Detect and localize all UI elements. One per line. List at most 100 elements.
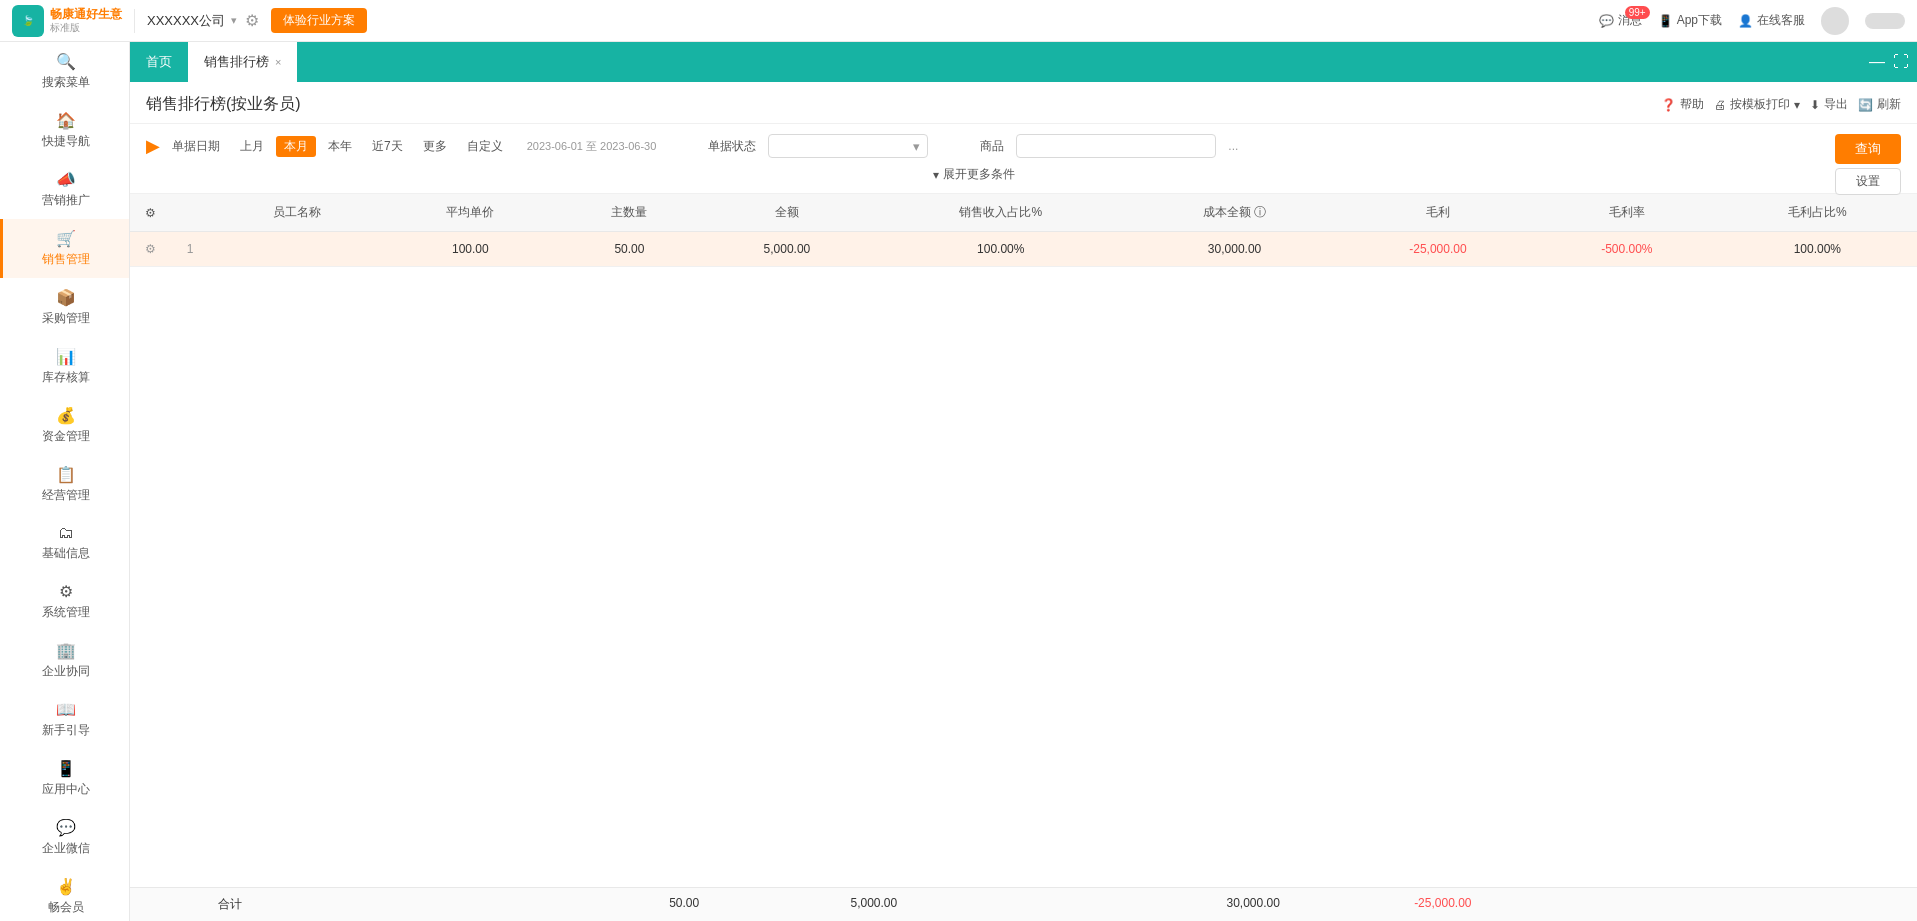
sidebar-item-label: 营销推广 — [42, 192, 90, 209]
tab-minimize-icon[interactable]: — — [1869, 53, 1885, 71]
user-name-placeholder — [1865, 13, 1905, 29]
row-total: 5,000.00 — [702, 232, 872, 267]
sidebar-item-label: 系统管理 — [42, 604, 90, 621]
header-right: 💬 消息 99+ 📱 App下载 👤 在线客服 — [1599, 7, 1905, 35]
col-cost: 成本全额 ⓘ — [1129, 194, 1340, 232]
sidebar-item-guide[interactable]: 📖 新手引导 — [0, 690, 129, 749]
footer-main-qty: 50.00 — [589, 896, 779, 913]
print-button[interactable]: 🖨 按模板打印 ▾ — [1714, 96, 1800, 113]
sidebar-item-search[interactable]: 🔍 搜索菜单 — [0, 42, 129, 101]
help-icon: ❓ — [1661, 98, 1676, 112]
sidebar-item-app-center[interactable]: 📱 应用中心 — [0, 749, 129, 808]
tab-bar: 首页 销售排行榜 × — ⛶ — [130, 42, 1917, 82]
expand-more-btn[interactable]: ▾ 展开更多条件 — [146, 166, 1801, 183]
sidebar-item-enterprise[interactable]: 🏢 企业协同 — [0, 631, 129, 690]
row-gear[interactable]: ⚙ — [130, 232, 170, 267]
sidebar-item-finance[interactable]: 💰 资金管理 — [0, 396, 129, 455]
collapse-btn[interactable]: ▶ — [146, 135, 160, 157]
footer-avg-price — [400, 896, 590, 913]
sidebar: 🔍 搜索菜单 🏠 快捷导航 📣 营销推广 🛒 销售管理 📦 采购管理 📊 库存核… — [0, 42, 130, 921]
filter-row-1: ▶ 单据日期 上月 本月 本年 近7天 更多 自定义 2023-06-01 至 … — [146, 134, 1801, 158]
date-filter-label: 单据日期 — [172, 138, 220, 155]
sidebar-item-inventory[interactable]: 📊 库存核算 — [0, 337, 129, 396]
online-service-item[interactable]: 👤 在线客服 — [1738, 12, 1805, 29]
app-center-icon: 📱 — [56, 759, 76, 778]
sidebar-item-label: 采购管理 — [42, 310, 90, 327]
settings-icon[interactable]: ⚙ — [245, 11, 259, 30]
date-tab-current-year[interactable]: 本年 — [320, 136, 360, 157]
col-rank — [170, 194, 210, 232]
trial-button[interactable]: 体验行业方案 — [271, 8, 367, 33]
table-area: ⚙ 员工名称 平均单价 主数量 全额 销售收入占比% 成本全额 ⓘ 毛利 毛利率… — [130, 194, 1917, 887]
settings-button[interactable]: 设置 — [1835, 168, 1901, 195]
help-button[interactable]: ❓ 帮助 — [1661, 96, 1704, 113]
footer-sales-ratio — [969, 896, 1159, 913]
col-total: 全额 — [702, 194, 872, 232]
date-tab-last-month[interactable]: 上月 — [232, 136, 272, 157]
date-tab-custom[interactable]: 自定义 — [459, 136, 511, 157]
sidebar-item-system[interactable]: ⚙ 系统管理 — [0, 572, 129, 631]
sidebar-item-member[interactable]: ✌ 畅会员 — [0, 867, 129, 921]
avatar[interactable] — [1821, 7, 1849, 35]
col-gear[interactable]: ⚙ — [130, 194, 170, 232]
sidebar-item-operations[interactable]: 📋 经营管理 — [0, 455, 129, 514]
goods-input[interactable] — [1016, 134, 1216, 158]
col-employee: 员工名称 — [210, 194, 384, 232]
table-header-row: ⚙ 员工名称 平均单价 主数量 全额 销售收入占比% 成本全额 ⓘ 毛利 毛利率… — [130, 194, 1917, 232]
status-select[interactable] — [768, 134, 928, 158]
tab-home[interactable]: 首页 — [130, 42, 188, 82]
date-tabs: 上月 本月 本年 近7天 更多 自定义 — [232, 136, 511, 157]
date-tab-7days[interactable]: 近7天 — [364, 136, 411, 157]
sidebar-item-label: 经营管理 — [42, 487, 90, 504]
sidebar-item-sales[interactable]: 🛒 销售管理 — [0, 219, 129, 278]
filter-rows-area: ▶ 单据日期 上月 本月 本年 近7天 更多 自定义 2023-06-01 至 … — [146, 134, 1901, 183]
query-settings-area: 查询 设置 — [1835, 134, 1901, 195]
row-employee — [210, 232, 384, 267]
data-table: ⚙ 员工名称 平均单价 主数量 全额 销售收入占比% 成本全额 ⓘ 毛利 毛利率… — [130, 194, 1917, 267]
row-sales-ratio: 100.00% — [872, 232, 1129, 267]
sales-icon: 🛒 — [56, 229, 76, 248]
app-logo: 🍃 — [12, 5, 44, 37]
chevron-down-icon: ▾ — [231, 14, 237, 27]
page-actions: ❓ 帮助 🖨 按模板打印 ▾ ⬇ 导出 🔄 刷新 — [1661, 96, 1901, 113]
app-download-item[interactable]: 📱 App下载 — [1658, 12, 1722, 29]
row-rank: 1 — [170, 232, 210, 267]
query-button[interactable]: 查询 — [1835, 134, 1901, 164]
service-icon: 👤 — [1738, 14, 1753, 28]
marketing-icon: 📣 — [56, 170, 76, 189]
footer-gross-rate — [1538, 896, 1728, 913]
export-button[interactable]: ⬇ 导出 — [1810, 96, 1848, 113]
tab-bar-right: — ⛶ — [1869, 53, 1917, 71]
sidebar-item-quick-nav[interactable]: 🏠 快捷导航 — [0, 101, 129, 160]
refresh-button[interactable]: 🔄 刷新 — [1858, 96, 1901, 113]
goods-more-btn[interactable]: ... — [1228, 139, 1238, 153]
sidebar-item-wechat[interactable]: 💬 企业微信 — [0, 808, 129, 867]
footer-total: 5,000.00 — [779, 896, 969, 913]
company-selector[interactable]: XXXXXX公司 ▾ — [147, 12, 237, 30]
status-select-wrapper — [768, 134, 928, 158]
sidebar-item-basic-info[interactable]: 🗂 基础信息 — [0, 514, 129, 572]
goods-filter-label: 商品 — [980, 138, 1004, 155]
sidebar-item-marketing[interactable]: 📣 营销推广 — [0, 160, 129, 219]
sidebar-item-label: 搜索菜单 — [42, 74, 90, 91]
date-tab-current-month[interactable]: 本月 — [276, 136, 316, 157]
row-main-qty: 50.00 — [557, 232, 702, 267]
message-icon-item[interactable]: 💬 消息 99+ — [1599, 12, 1642, 29]
export-icon: ⬇ — [1810, 98, 1820, 112]
page-content: 销售排行榜(按业务员) ❓ 帮助 🖨 按模板打印 ▾ ⬇ 导出 — [130, 82, 1917, 921]
status-filter-label: 单据状态 — [708, 138, 756, 155]
sidebar-item-label: 企业协同 — [42, 663, 90, 680]
expand-row: ▾ 展开更多条件 — [146, 166, 1801, 183]
tab-close-icon[interactable]: × — [275, 56, 281, 68]
search-icon: 🔍 — [56, 52, 76, 71]
row-cost: 30,000.00 — [1129, 232, 1340, 267]
row-gross-profit: -25,000.00 — [1340, 232, 1536, 267]
tab-sales-ranking[interactable]: 销售排行榜 × — [188, 42, 297, 82]
date-tab-more[interactable]: 更多 — [415, 136, 455, 157]
sidebar-item-label: 库存核算 — [42, 369, 90, 386]
filter-container: ▶ 单据日期 上月 本月 本年 近7天 更多 自定义 2023-06-01 至 … — [130, 124, 1917, 194]
date-range-display: 2023-06-01 至 2023-06-30 — [527, 139, 657, 154]
tab-expand-icon[interactable]: ⛶ — [1893, 53, 1909, 71]
sidebar-item-purchase[interactable]: 📦 采购管理 — [0, 278, 129, 337]
home-icon: 🏠 — [56, 111, 76, 130]
